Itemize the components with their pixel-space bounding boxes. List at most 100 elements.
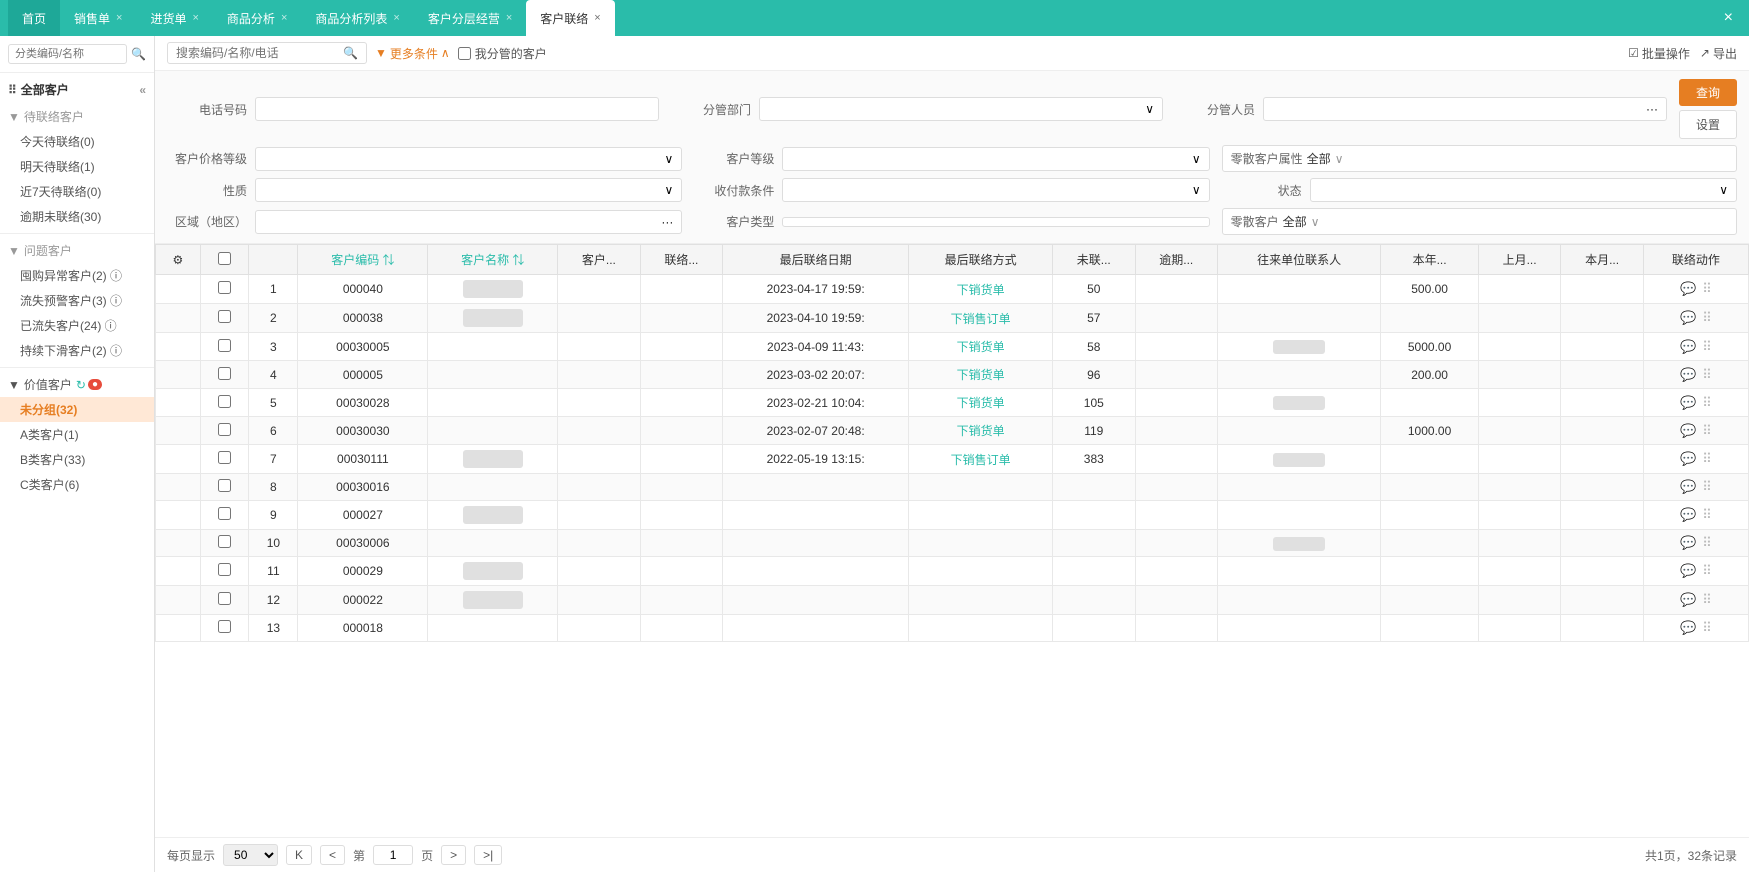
reset-btn[interactable]: 设置 (1679, 110, 1737, 139)
phone-action-icon[interactable]: 💬 (1680, 507, 1696, 523)
sidebar-item-class-a[interactable]: A类客户(1) (0, 422, 154, 447)
sidebar-item-today[interactable]: 今天待联络(0) (0, 129, 154, 154)
export-btn[interactable]: ↗ 导出 (1700, 45, 1737, 62)
col-name[interactable]: 客户名称 ⇅ (428, 245, 558, 275)
sidebar-item-class-b[interactable]: B类客户(33) (0, 447, 154, 472)
first-page-btn[interactable]: K (286, 845, 312, 865)
batch-ops-btn[interactable]: ☑ 批量操作 (1628, 45, 1690, 62)
tab-sales-close[interactable]: × (116, 12, 122, 24)
phone-action-icon[interactable]: 💬 (1680, 592, 1696, 608)
col-last-month[interactable]: 上月... (1478, 245, 1560, 275)
cell-checkbox[interactable] (200, 361, 248, 389)
payment-select[interactable]: ∨ (782, 178, 1209, 202)
row-checkbox[interactable] (218, 535, 231, 548)
phone-action-icon[interactable]: 💬 (1680, 367, 1696, 383)
retail-attr-select[interactable]: 零散客户属性 全部 ∨ (1222, 145, 1737, 172)
cell-checkbox[interactable] (200, 615, 248, 642)
cell-checkbox[interactable] (200, 445, 248, 474)
group-pending-contact[interactable]: ▼ 待联络客户 (0, 104, 154, 129)
more-action-icon[interactable]: ⠿ (1702, 479, 1712, 495)
col-code[interactable]: 客户编码 ⇅ (298, 245, 428, 275)
row-checkbox[interactable] (218, 423, 231, 436)
more-action-icon[interactable]: ⠿ (1702, 367, 1712, 383)
tab-customer-tier[interactable]: 客户分层经营 × (414, 0, 526, 36)
page-input[interactable] (373, 845, 413, 865)
more-action-icon[interactable]: ⠿ (1702, 535, 1712, 551)
sidebar-search-input[interactable] (8, 44, 127, 64)
tab-customer-contact[interactable]: 客户联络 × (526, 0, 614, 36)
query-btn[interactable]: 查询 (1679, 79, 1737, 106)
select-all-checkbox[interactable] (218, 252, 231, 265)
tab-purchase-close[interactable]: × (192, 12, 198, 24)
sidebar-item-ungroups[interactable]: 未分组(32) (0, 397, 154, 422)
tab-product-analysis-list-close[interactable]: × (393, 12, 399, 24)
tab-purchase[interactable]: 进货单 × (136, 0, 212, 36)
contact-method-link[interactable]: 下销售订单 (951, 312, 1011, 326)
col-contact-person[interactable]: 往来单位联系人 (1217, 245, 1380, 275)
cell-checkbox[interactable] (200, 417, 248, 445)
col-last-date[interactable]: 最后联络日期 (723, 245, 909, 275)
filter-more-conditions[interactable]: ▼ 更多条件 ∧ (375, 45, 450, 62)
col-type[interactable]: 客户... (558, 245, 640, 275)
row-checkbox[interactable] (218, 620, 231, 633)
cell-checkbox[interactable] (200, 389, 248, 417)
manager-select[interactable]: ··· (1263, 97, 1667, 121)
sidebar-collapse-icon[interactable]: « (139, 83, 146, 97)
row-checkbox[interactable] (218, 563, 231, 576)
more-action-icon[interactable]: ⠿ (1702, 507, 1712, 523)
contact-method-link[interactable]: 下销货单 (957, 340, 1005, 354)
sidebar-item-class-c[interactable]: C类客户(6) (0, 472, 154, 497)
more-action-icon[interactable]: ⠿ (1702, 451, 1712, 467)
col-this-year[interactable]: 本年... (1381, 245, 1479, 275)
tab-home[interactable]: 首页 (8, 0, 60, 36)
cell-checkbox[interactable] (200, 501, 248, 530)
next-page-btn[interactable]: > (441, 845, 466, 865)
filter-search-input[interactable] (176, 46, 343, 60)
more-action-icon[interactable]: ⠿ (1702, 563, 1712, 579)
customer-type-select[interactable] (782, 217, 1209, 227)
col-settings[interactable]: ⚙ (156, 245, 201, 275)
more-action-icon[interactable]: ⠿ (1702, 423, 1712, 439)
phone-action-icon[interactable]: 💬 (1680, 535, 1696, 551)
region-select[interactable]: ··· (255, 210, 682, 234)
row-checkbox[interactable] (218, 507, 231, 520)
tab-sales[interactable]: 销售单 × (60, 0, 136, 36)
row-checkbox[interactable] (218, 592, 231, 605)
more-action-icon[interactable]: ⠿ (1702, 620, 1712, 636)
sidebar-item-churn-warning[interactable]: 流失预警客户(3) ⓘ (0, 288, 154, 313)
cell-checkbox[interactable] (200, 474, 248, 501)
row-checkbox[interactable] (218, 451, 231, 464)
row-checkbox[interactable] (218, 310, 231, 323)
cell-checkbox[interactable] (200, 304, 248, 333)
cell-checkbox[interactable] (200, 333, 248, 361)
row-checkbox[interactable] (218, 395, 231, 408)
more-action-icon[interactable]: ⠿ (1702, 395, 1712, 411)
phone-action-icon[interactable]: 💬 (1680, 423, 1696, 439)
phone-action-icon[interactable]: 💬 (1680, 281, 1696, 297)
sidebar-item-abnormal[interactable]: 囤购异常客户(2) ⓘ (0, 263, 154, 288)
cell-checkbox[interactable] (200, 586, 248, 615)
phone-input[interactable] (255, 97, 659, 121)
contact-method-link[interactable]: 下销货单 (957, 396, 1005, 410)
more-action-icon[interactable]: ⠿ (1702, 310, 1712, 326)
phone-action-icon[interactable]: 💬 (1680, 310, 1696, 326)
price-level-select[interactable]: ∨ (255, 147, 682, 171)
refresh-icon[interactable]: ↻ (76, 378, 86, 392)
contact-method-link[interactable]: 下销货单 (957, 283, 1005, 297)
tab-customer-tier-close[interactable]: × (506, 12, 512, 24)
my-customers-checkbox[interactable] (458, 47, 471, 60)
prev-page-btn[interactable]: < (320, 845, 345, 865)
col-overdue[interactable]: 逾期... (1135, 245, 1217, 275)
row-checkbox[interactable] (218, 339, 231, 352)
close-all-tabs[interactable]: × (1716, 9, 1741, 27)
retail-customer-select[interactable]: 零散客户 全部 ∨ (1222, 208, 1737, 235)
row-checkbox[interactable] (218, 479, 231, 492)
phone-action-icon[interactable]: 💬 (1680, 620, 1696, 636)
contact-method-link[interactable]: 下销售订单 (951, 453, 1011, 467)
col-last-method[interactable]: 最后联络方式 (909, 245, 1053, 275)
phone-action-icon[interactable]: 💬 (1680, 451, 1696, 467)
sidebar-item-tomorrow[interactable]: 明天待联络(1) (0, 154, 154, 179)
tab-customer-contact-close[interactable]: × (594, 12, 600, 24)
phone-action-icon[interactable]: 💬 (1680, 479, 1696, 495)
sidebar-item-overdue[interactable]: 逾期未联络(30) (0, 204, 154, 229)
